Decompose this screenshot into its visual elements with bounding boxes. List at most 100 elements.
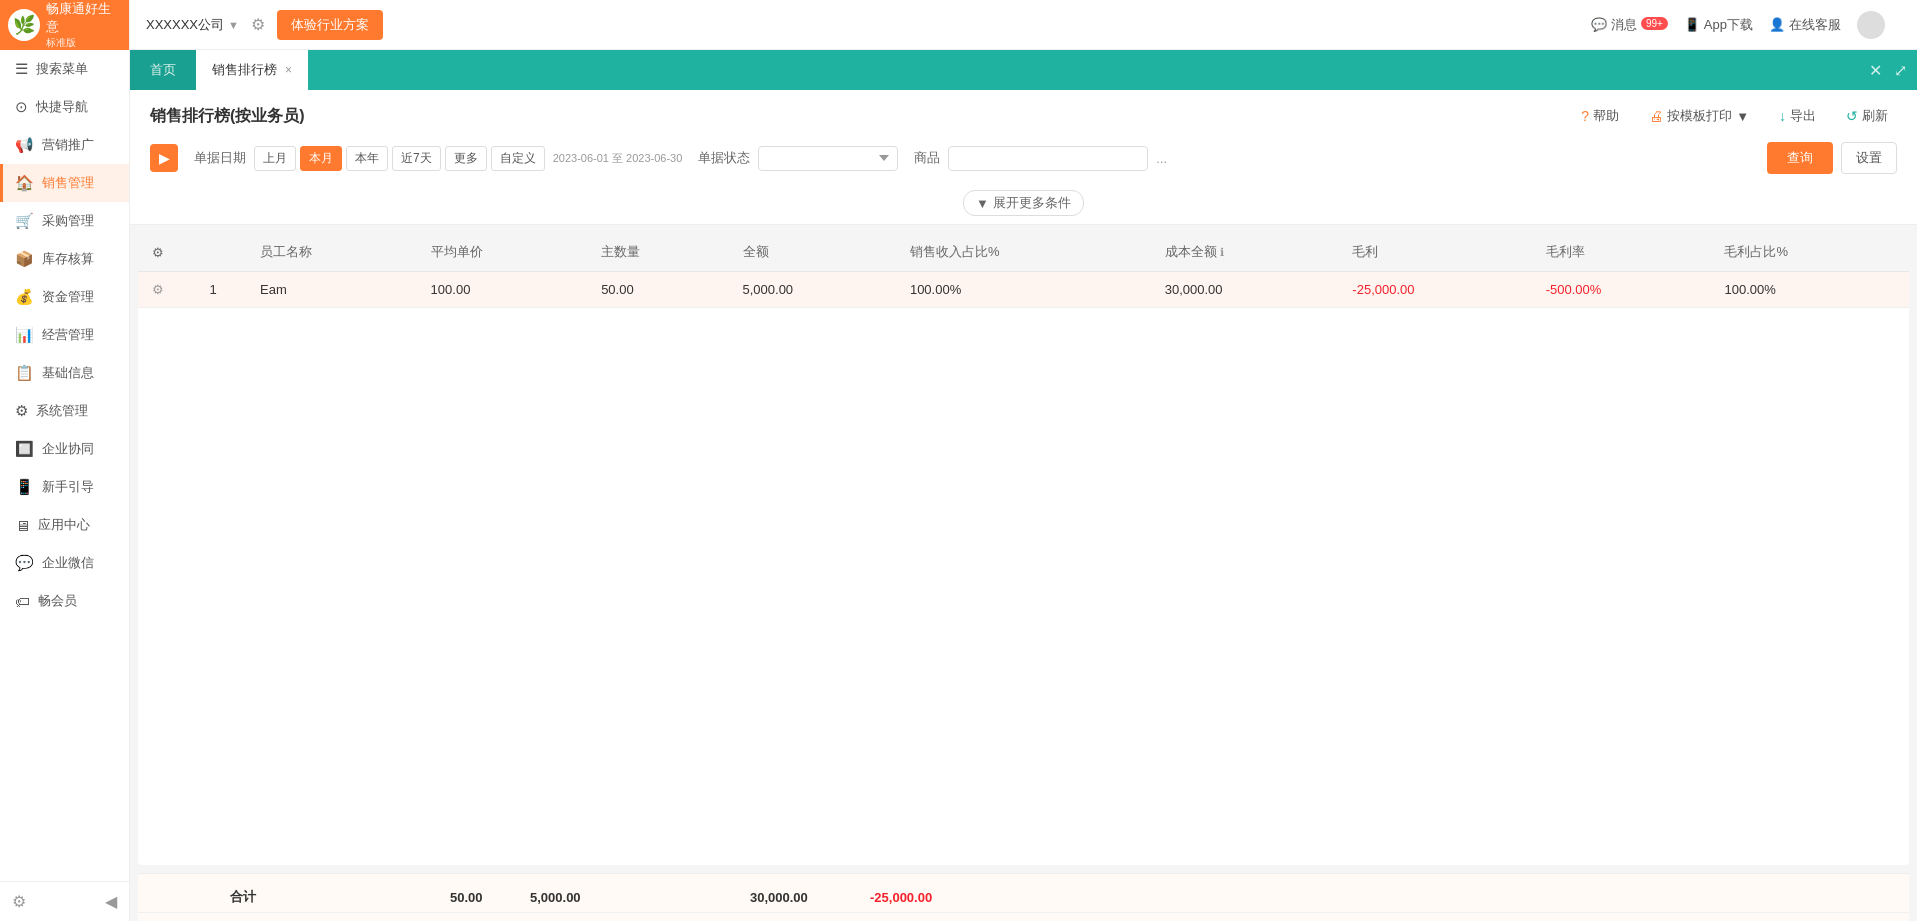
message-label: 消息 — [1611, 16, 1637, 34]
query-btn[interactable]: 查询 — [1767, 142, 1833, 174]
footer-total: 5,000.00 — [518, 882, 618, 913]
template-print-btn[interactable]: 🖨 按模板打印 ▼ — [1640, 102, 1758, 130]
app-download-btn[interactable]: 📱 App下载 — [1684, 16, 1753, 34]
tabbar-close-icon[interactable]: ✕ — [1869, 61, 1882, 80]
topbar-settings-icon[interactable]: ⚙ — [251, 15, 265, 34]
support-icon: 👤 — [1769, 17, 1785, 32]
table-header-row: ⚙ 员工名称 平均单价 主数量 全额 销售收入占比% 成本全额 ℹ 毛利 毛利率… — [138, 233, 1909, 272]
trial-btn[interactable]: 体验行业方案 — [277, 10, 383, 40]
basic-info-label: 基础信息 — [42, 364, 94, 382]
date-btn-prev-month[interactable]: 上月 — [254, 146, 296, 171]
expand-more-icon: ▼ — [976, 196, 989, 211]
sales-label: 销售管理 — [42, 174, 94, 192]
date-range-display: 2023-06-01 至 2023-06-30 — [553, 151, 683, 166]
footer-row: 合计 50.00 5,000.00 30,000.00 -25,000.00 — [138, 882, 1909, 913]
row-gross: -25,000.00 — [1340, 272, 1533, 308]
sidebar-item-finance[interactable]: 💰资金管理 — [0, 278, 129, 316]
page-header: 销售排行榜(按业务员) ? 帮助 🖨 按模板打印 ▼ ↓ 导出 — [130, 90, 1917, 225]
sidebar-item-operations[interactable]: 📊经营管理 — [0, 316, 129, 354]
table-row: ⚙ 1 Eam 100.00 50.00 5,000.00 100.00% 30… — [138, 272, 1909, 308]
app-center-label: 应用中心 — [38, 516, 90, 534]
filter-goods-group: 商品 ... — [914, 146, 1167, 171]
search-order-icon: ☰ — [15, 60, 28, 78]
finance-icon: 💰 — [15, 288, 34, 306]
page-title: 销售排行榜(按业务员) — [150, 106, 305, 127]
basic-info-icon: 📋 — [15, 364, 34, 382]
sidebar-item-vip[interactable]: 🏷畅会员 — [0, 582, 129, 620]
message-btn[interactable]: 💬 消息 99+ — [1591, 16, 1668, 34]
col-gross-rate: 毛利率 — [1534, 233, 1713, 272]
tab-sales-ranking-label: 销售排行榜 — [212, 61, 277, 79]
sidebar-item-marketing[interactable]: 📢营销推广 — [0, 126, 129, 164]
sidebar-item-quick-nav[interactable]: ⊙ 快捷导航 — [0, 88, 129, 126]
company-arrow-icon: ▼ — [228, 19, 239, 31]
sidebar-item-basic-info[interactable]: 📋 基础信息 — [0, 354, 129, 392]
tab-close-icon[interactable]: × — [285, 63, 292, 77]
filter-date-btns: 上月 本月 本年 近7天 更多 自定义 — [254, 146, 545, 171]
system-label: 系统管理 — [36, 402, 88, 420]
company-selector[interactable]: XXXXXX公司 ▼ — [146, 16, 239, 34]
col-total: 全额 — [731, 233, 898, 272]
date-filter-label: 单据日期 — [194, 149, 246, 167]
filter-settings-btn[interactable]: 设置 — [1841, 142, 1897, 174]
export-icon: ↓ — [1779, 108, 1786, 124]
marketing-label: 营销推广 — [42, 136, 94, 154]
help-btn[interactable]: ? 帮助 — [1572, 102, 1628, 130]
quick-nav-icon: ⊙ — [15, 98, 28, 116]
system-icon: ⚙ — [15, 402, 28, 420]
filter-expand-btn[interactable]: ▶ — [150, 144, 178, 172]
tabbar-expand-icon[interactable]: ⤢ — [1894, 61, 1907, 80]
sidebar-item-purchase[interactable]: 🛒采购管理 — [0, 202, 129, 240]
goods-filter-label: 商品 — [914, 149, 940, 167]
logo-text: 畅康通好生意 标准版 — [46, 0, 121, 50]
goods-filter-more[interactable]: ... — [1156, 151, 1167, 166]
purchase-icon: 🛒 — [15, 212, 34, 230]
user-avatar[interactable] — [1857, 11, 1885, 39]
sidebar: 🌿 畅康通好生意 标准版 ☰搜索菜单 ⊙ 快捷导航 📢营销推广 🏠 销售管理 🛒采购管理📦库… — [0, 0, 130, 921]
refresh-icon: ↺ — [1846, 108, 1858, 124]
row-name: Eam — [248, 272, 419, 308]
sidebar-item-inventory[interactable]: 📦库存核算 — [0, 240, 129, 278]
row-settings-icon: ⚙ — [138, 272, 178, 308]
tabbar-right: ✕ ⤢ — [1869, 50, 1917, 90]
export-btn[interactable]: ↓ 导出 — [1770, 102, 1825, 130]
goods-filter-input[interactable] — [948, 146, 1148, 171]
sidebar-item-app-center[interactable]: 🖥应用中心 — [0, 506, 129, 544]
expand-more-btn[interactable]: ▼ 展开更多条件 — [963, 190, 1084, 216]
sidebar-item-system[interactable]: ⚙ 系统管理 — [0, 392, 129, 430]
row-cost: 30,000.00 — [1153, 272, 1341, 308]
sidebar-item-guide[interactable]: 📱新手引导 — [0, 468, 129, 506]
sidebar-logo: 🌿 畅康通好生意 标准版 — [0, 0, 129, 50]
date-btn-current-month[interactable]: 本月 — [300, 146, 342, 171]
sidebar-settings-icon[interactable]: ⚙ — [12, 892, 26, 911]
tab-home[interactable]: 首页 — [130, 50, 196, 90]
date-btn-7days[interactable]: 近7天 — [392, 146, 441, 171]
table-footer: 合计 50.00 5,000.00 30,000.00 -25,000.00 — [138, 873, 1909, 921]
date-btn-current-year[interactable]: 本年 — [346, 146, 388, 171]
status-filter-select[interactable] — [758, 146, 898, 171]
row-avg-price: 100.00 — [419, 272, 590, 308]
refresh-btn[interactable]: ↺ 刷新 — [1837, 102, 1897, 130]
sidebar-item-search-order[interactable]: ☰搜索菜单 — [0, 50, 129, 88]
sidebar-item-sales[interactable]: 🏠 销售管理 — [0, 164, 129, 202]
row-gross-pct: 100.00% — [1712, 272, 1909, 308]
quick-nav-label: 快捷导航 — [36, 98, 88, 116]
online-support-btn[interactable]: 👤 在线客服 — [1769, 16, 1841, 34]
sidebar-collapse-icon[interactable]: ◀ — [105, 892, 117, 911]
date-btn-more[interactable]: 更多 — [445, 146, 487, 171]
table-area: ⚙ 员工名称 平均单价 主数量 全额 销售收入占比% 成本全额 ℹ 毛利 毛利率… — [138, 233, 1909, 865]
template-print-label: 按模板打印 — [1667, 107, 1732, 125]
col-settings[interactable]: ⚙ — [138, 233, 178, 272]
date-btn-custom[interactable]: 自定义 — [491, 146, 545, 171]
message-icon: 💬 — [1591, 17, 1607, 32]
col-name: 员工名称 — [248, 233, 419, 272]
sidebar-item-enterprise-collab[interactable]: 🔲企业协同 — [0, 430, 129, 468]
inventory-icon: 📦 — [15, 250, 34, 268]
sidebar-item-enterprise-wechat[interactable]: 💬企业微信 — [0, 544, 129, 582]
refresh-label: 刷新 — [1862, 107, 1888, 125]
sales-icon: 🏠 — [15, 174, 34, 192]
logo-name: 畅康通好生意 — [46, 0, 121, 36]
tab-sales-ranking[interactable]: 销售排行榜 × — [196, 50, 308, 90]
guide-icon: 📱 — [15, 478, 34, 496]
status-filter-label: 单据状态 — [698, 149, 750, 167]
